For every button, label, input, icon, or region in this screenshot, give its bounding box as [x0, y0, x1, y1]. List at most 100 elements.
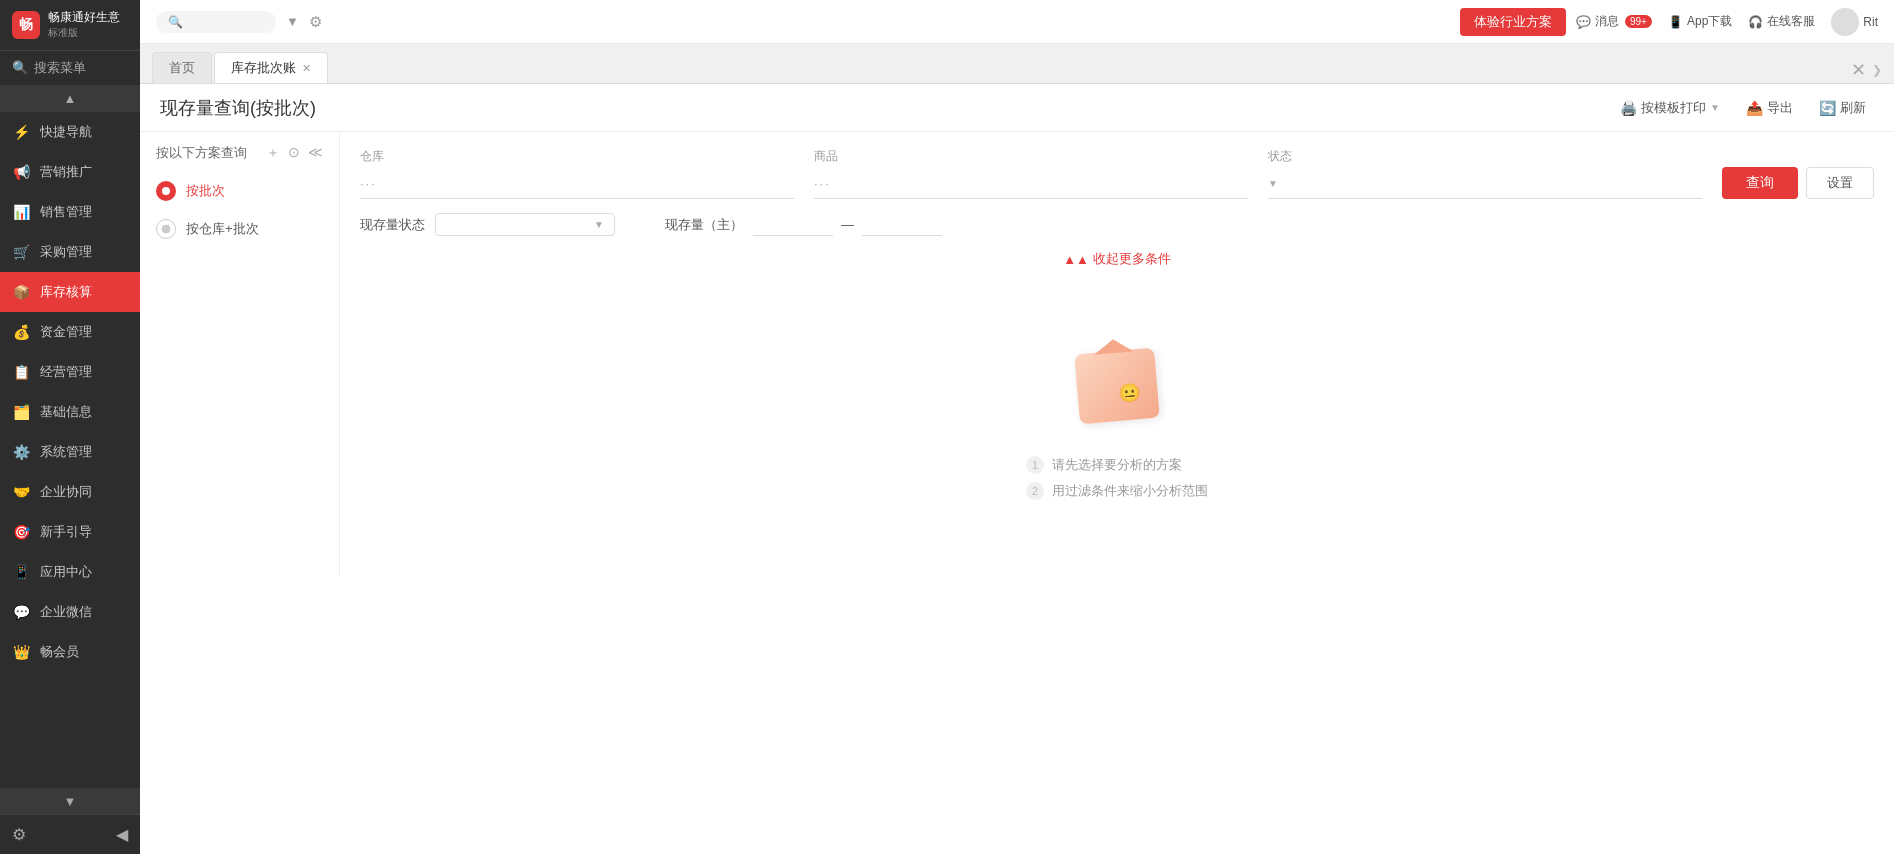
- collapse-icon[interactable]: ◀: [116, 825, 128, 844]
- tab-home[interactable]: 首页: [152, 52, 212, 83]
- purchase-icon: 🛒: [12, 243, 30, 261]
- filter-option-by-batch-label: 按批次: [186, 182, 225, 200]
- filter-field-product: 商品 ···: [814, 148, 1248, 199]
- quick-nav-icon: ⚡: [12, 123, 30, 141]
- stock-status-select[interactable]: ▼: [435, 213, 615, 236]
- sidebar-item-label: 资金管理: [40, 323, 92, 341]
- tab-bar-close-icon[interactable]: ✕: [1851, 59, 1866, 81]
- filter-add-icon[interactable]: ＋: [266, 144, 280, 162]
- refresh-label: 刷新: [1840, 99, 1866, 117]
- empty-face-icon: 😐: [1108, 376, 1150, 409]
- sidebar-scroll-down[interactable]: ▼: [0, 788, 140, 814]
- empty-box: 😐: [1074, 348, 1160, 425]
- tab-bar-arrow-icon[interactable]: ❯: [1872, 63, 1882, 77]
- filter-option-warehouse-batch-icon: [156, 219, 176, 239]
- headset-icon: 🎧: [1748, 15, 1763, 29]
- trial-btn[interactable]: 体验行业方案: [1460, 8, 1566, 36]
- sidebar-item-marketing[interactable]: 📢 营销推广: [0, 152, 140, 192]
- sidebar-item-label: 新手引导: [40, 523, 92, 541]
- sidebar-item-label: 系统管理: [40, 443, 92, 461]
- page-titlebar: 现存量查询(按批次) 🖨️ 按模板打印 ▼ 📤 导出 🔄 刷新: [140, 84, 1894, 132]
- sidebar-item-apps[interactable]: 📱 应用中心: [0, 552, 140, 592]
- filter-option-batch-icon: [156, 181, 176, 201]
- status-input[interactable]: ▼: [1268, 169, 1702, 199]
- filter-collapse-btn[interactable]: ▲▲ 收起更多条件: [360, 242, 1874, 276]
- filter-sidebar: 按以下方案查询 ＋ ⊙ ≪ 按批次: [140, 132, 340, 576]
- sidebar-item-label: 基础信息: [40, 403, 92, 421]
- tab-close-icon[interactable]: ✕: [302, 62, 311, 75]
- tip-text-1: 请先选择要分析的方案: [1052, 456, 1182, 474]
- filter-settings-icon[interactable]: ⊙: [288, 144, 300, 162]
- tip-text-2: 用过滤条件来缩小分析范围: [1052, 482, 1208, 500]
- sidebar-item-label: 应用中心: [40, 563, 92, 581]
- tab-home-label: 首页: [169, 59, 195, 77]
- sidebar-item-vip[interactable]: 👑 畅会员: [0, 632, 140, 672]
- warehouse-input[interactable]: ···: [360, 169, 794, 199]
- tab-inventory-batch[interactable]: 库存批次账 ✕: [214, 52, 328, 83]
- tab-inventory-batch-label: 库存批次账: [231, 59, 296, 77]
- empty-tip-2: 2 用过滤条件来缩小分析范围: [1026, 482, 1208, 500]
- topbar-search[interactable]: 🔍: [156, 11, 276, 33]
- online-service-action[interactable]: 🎧 在线客服: [1748, 13, 1815, 30]
- sidebar-item-quick-nav[interactable]: ⚡ 快捷导航: [0, 112, 140, 152]
- sidebar-item-purchase[interactable]: 🛒 采购管理: [0, 232, 140, 272]
- print-dropdown-icon[interactable]: ▼: [1710, 102, 1720, 113]
- messages-badge: 99+: [1625, 15, 1652, 28]
- product-label: 商品: [814, 148, 1248, 165]
- filter-main: 仓库 ··· 商品 ···: [340, 132, 1894, 576]
- sidebar-item-label: 销售管理: [40, 203, 92, 221]
- sidebar-scroll-up[interactable]: ▲: [0, 86, 140, 112]
- topbar-dropdown-icon[interactable]: ▼: [286, 14, 299, 29]
- product-input[interactable]: ···: [814, 169, 1248, 199]
- sidebar-item-newbie[interactable]: 🎯 新手引导: [0, 512, 140, 552]
- filter-collapse-icon[interactable]: ≪: [308, 144, 323, 162]
- messages-label: 消息: [1595, 13, 1619, 30]
- app-download-action[interactable]: 📱 App下载: [1668, 13, 1732, 30]
- sidebar-item-enterprise[interactable]: 🤝 企业协同: [0, 472, 140, 512]
- sidebar-item-system[interactable]: ⚙️ 系统管理: [0, 432, 140, 472]
- refresh-action[interactable]: 🔄 刷新: [1811, 95, 1874, 121]
- settings-icon[interactable]: ⚙: [12, 825, 26, 844]
- print-label: 按模板打印: [1641, 99, 1706, 117]
- status-dropdown-icon: ▼: [1268, 178, 1278, 189]
- sidebar-item-wechat[interactable]: 💬 企业微信: [0, 592, 140, 632]
- sidebar-search[interactable]: 🔍 搜索菜单: [0, 51, 140, 86]
- topbar-gear-icon[interactable]: ⚙: [309, 13, 322, 31]
- print-action[interactable]: 🖨️ 按模板打印 ▼: [1612, 95, 1728, 121]
- page-title: 现存量查询(按批次): [160, 96, 1612, 120]
- sidebar-item-operations[interactable]: 📋 经营管理: [0, 352, 140, 392]
- export-icon: 📤: [1746, 100, 1763, 116]
- export-action[interactable]: 📤 导出: [1738, 95, 1801, 121]
- stock-qty-min-input[interactable]: [753, 214, 833, 236]
- message-icon: 💬: [1576, 15, 1591, 29]
- filter-sidebar-title: 按以下方案查询 ＋ ⊙ ≪: [140, 144, 339, 172]
- sidebar-item-label: 企业协同: [40, 483, 92, 501]
- filter-option-by-batch[interactable]: 按批次: [140, 172, 339, 210]
- sidebar-item-basic[interactable]: 🗂️ 基础信息: [0, 392, 140, 432]
- stock-qty-max-input[interactable]: [862, 214, 942, 236]
- settings-button[interactable]: 设置: [1806, 167, 1874, 199]
- sidebar-item-label: 经营管理: [40, 363, 92, 381]
- basic-icon: 🗂️: [12, 403, 30, 421]
- enterprise-icon: 🤝: [12, 483, 30, 501]
- filter-field-warehouse: 仓库 ···: [360, 148, 794, 199]
- sales-icon: 📊: [12, 203, 30, 221]
- query-button[interactable]: 查询: [1722, 167, 1798, 199]
- apps-icon: 📱: [12, 563, 30, 581]
- content-area: 现存量查询(按批次) 🖨️ 按模板打印 ▼ 📤 导出 🔄 刷新: [140, 84, 1894, 854]
- sidebar-item-finance[interactable]: 💰 资金管理: [0, 312, 140, 352]
- filter-row-1: 仓库 ··· 商品 ···: [360, 148, 1874, 199]
- filter-option-by-warehouse-batch[interactable]: 按仓库+批次: [140, 210, 339, 248]
- stock-qty-range: —: [753, 214, 942, 236]
- app-title: 畅康通好生意: [48, 10, 120, 26]
- empty-tips: 1 请先选择要分析的方案 2 用过滤条件来缩小分析范围: [1026, 456, 1208, 500]
- app-info: 畅康通好生意 标准版: [48, 10, 120, 40]
- messages-action[interactable]: 💬 消息 99+: [1576, 13, 1652, 30]
- sidebar-item-sales[interactable]: 📊 销售管理: [0, 192, 140, 232]
- user-action[interactable]: Rit: [1831, 8, 1878, 36]
- empty-icon: 😐: [1057, 336, 1177, 436]
- username-label: Rit: [1863, 15, 1878, 29]
- wechat-icon: 💬: [12, 603, 30, 621]
- svg-point-0: [162, 187, 170, 195]
- sidebar-item-inventory[interactable]: 📦 库存核算: [0, 272, 140, 312]
